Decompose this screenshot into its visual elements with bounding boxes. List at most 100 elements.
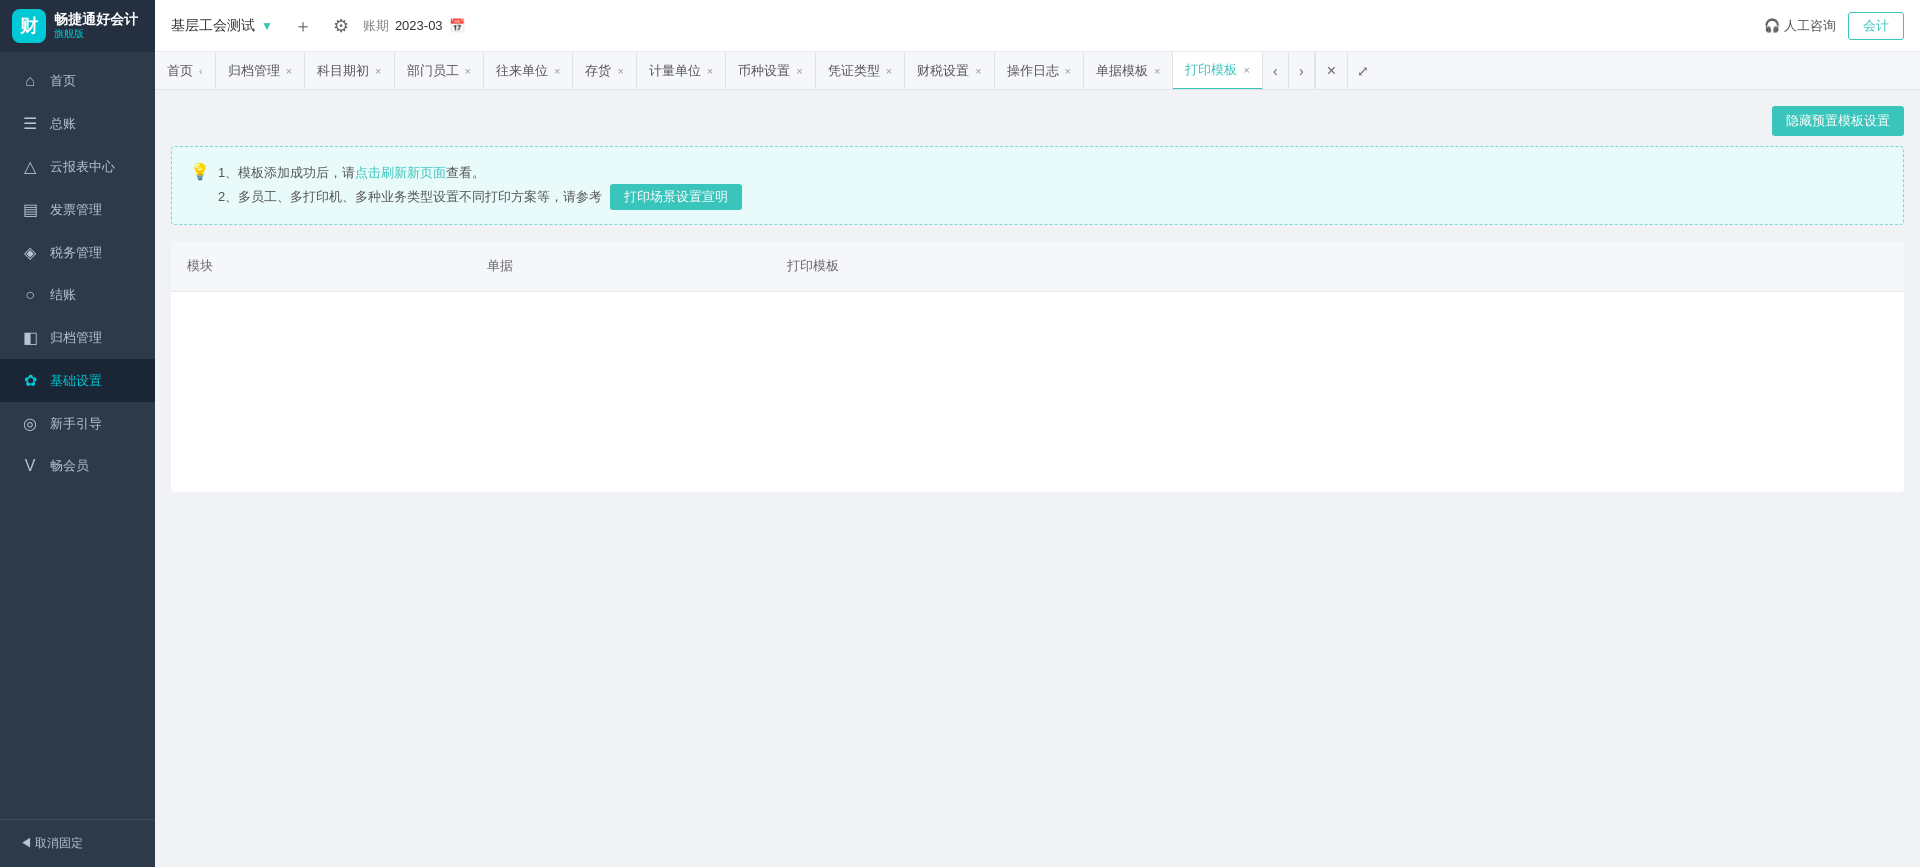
sidebar-item-label: 畅会员 bbox=[50, 457, 89, 475]
headset-icon: 🎧 bbox=[1764, 18, 1780, 33]
sidebar-item-basic[interactable]: ✿ 基础设置 bbox=[0, 359, 155, 402]
sidebar-item-guide[interactable]: ◎ 新手引导 bbox=[0, 402, 155, 445]
print-scene-button[interactable]: 打印场景设置宣明 bbox=[610, 184, 742, 210]
notice-line-2: 2、多员工、多打印机、多种业务类型设置不同打印方案等，请参考 打印场景设置宣明 bbox=[218, 184, 1885, 210]
account-button[interactable]: 会计 bbox=[1848, 12, 1904, 40]
company-selector[interactable]: 基层工会测试 ▼ bbox=[171, 17, 273, 35]
sidebar-item-label: 基础设置 bbox=[50, 372, 102, 390]
tab-close-icon[interactable]: × bbox=[707, 65, 713, 77]
tab-counterpart[interactable]: 往来单位 × bbox=[484, 52, 573, 90]
notice-line2-prefix: 2、多员工、多打印机、多种业务类型设置不同打印方案等，请参考 bbox=[218, 189, 602, 204]
add-tab-button[interactable]: ＋ bbox=[289, 12, 317, 40]
column-module: 模块 bbox=[171, 251, 471, 281]
sidebar-logo: 财 畅捷通好会计 旗舰版 bbox=[0, 0, 155, 52]
sidebar-item-reports[interactable]: △ 云报表中心 bbox=[0, 145, 155, 188]
sidebar-item-label: 首页 bbox=[50, 72, 76, 90]
tab-label: 往来单位 bbox=[496, 62, 548, 80]
sidebar-unpin-button[interactable]: ◀ 取消固定 bbox=[0, 819, 155, 867]
sidebar-item-ledger[interactable]: ☰ 总账 bbox=[0, 102, 155, 145]
tabs-expand-button[interactable]: ⤢ bbox=[1347, 52, 1379, 90]
tab-close-icon[interactable]: × bbox=[1154, 65, 1160, 77]
notice-line-1: 1、模板添加成功后，请点击刷新新页面查看。 bbox=[218, 161, 1885, 184]
period-label: 账期 bbox=[363, 17, 389, 35]
tab-voucher-type[interactable]: 凭证类型 × bbox=[816, 52, 905, 90]
tab-tax-setting[interactable]: 财税设置 × bbox=[905, 52, 994, 90]
sidebar-item-invoice[interactable]: ▤ 发票管理 bbox=[0, 188, 155, 231]
tab-currency[interactable]: 币种设置 × bbox=[726, 52, 815, 90]
tax-icon: ◈ bbox=[20, 243, 40, 262]
sidebar-nav: ⌂ 首页 ☰ 总账 △ 云报表中心 ▤ 发票管理 ◈ 税务管理 ○ 结账 ◧ 归… bbox=[0, 52, 155, 819]
tab-chevron-icon: ‹ bbox=[199, 65, 203, 77]
company-dropdown-icon: ▼ bbox=[261, 19, 273, 33]
account-label: 会计 bbox=[1863, 18, 1889, 33]
notice-box: 💡 1、模板添加成功后，请点击刷新新页面查看。 2、多员工、多打印机、多种业务类… bbox=[171, 146, 1904, 225]
hide-template-button[interactable]: 隐藏预置模板设置 bbox=[1772, 106, 1904, 136]
tab-close-icon[interactable]: × bbox=[375, 65, 381, 77]
tab-close-icon[interactable]: × bbox=[975, 65, 981, 77]
settle-icon: ○ bbox=[20, 286, 40, 304]
notice-line1-suffix: 查看。 bbox=[446, 165, 485, 180]
table-body bbox=[171, 292, 1904, 492]
sidebar-item-label: 发票管理 bbox=[50, 201, 102, 219]
main-area: 基层工会测试 ▼ ＋ ⚙ 账期 2023-03 📅 🎧 人工咨询 会计 首页 ‹ bbox=[155, 0, 1920, 867]
app-title: 畅捷通好会计 bbox=[54, 11, 138, 28]
tab-unit[interactable]: 计量单位 × bbox=[637, 52, 726, 90]
tabs-next-button[interactable]: › bbox=[1289, 52, 1315, 90]
sidebar-item-tax[interactable]: ◈ 税务管理 bbox=[0, 231, 155, 274]
tab-single-form[interactable]: 单据模板 × bbox=[1084, 52, 1173, 90]
sidebar-item-archive[interactable]: ◧ 归档管理 bbox=[0, 316, 155, 359]
tab-subjects[interactable]: 科目期初 × bbox=[305, 52, 394, 90]
reports-icon: △ bbox=[20, 157, 40, 176]
period-value: 2023-03 bbox=[395, 18, 443, 33]
tab-label: 部门员工 bbox=[407, 62, 459, 80]
tab-print-tpl[interactable]: 打印模板 × bbox=[1173, 52, 1262, 90]
tab-close-icon[interactable]: × bbox=[796, 65, 802, 77]
home-icon: ⌂ bbox=[20, 72, 40, 90]
sidebar-item-label: 新手引导 bbox=[50, 415, 102, 433]
tabs-bar: 首页 ‹ 归档管理 × 科目期初 × 部门员工 × 往来单位 × 存货 × 计量… bbox=[155, 52, 1920, 90]
sidebar-item-label: 税务管理 bbox=[50, 244, 102, 262]
app-logo-icon: 财 bbox=[12, 9, 46, 43]
notice-text: 1、模板添加成功后，请点击刷新新页面查看。 2、多员工、多打印机、多种业务类型设… bbox=[218, 161, 1885, 210]
sidebar-item-settle[interactable]: ○ 结账 bbox=[0, 274, 155, 316]
tab-inventory[interactable]: 存货 × bbox=[573, 52, 636, 90]
tab-label: 财税设置 bbox=[917, 62, 969, 80]
logo-text: 畅捷通好会计 旗舰版 bbox=[54, 11, 138, 42]
column-doc: 单据 bbox=[471, 251, 771, 281]
tab-label: 币种设置 bbox=[738, 62, 790, 80]
service-button[interactable]: 🎧 人工咨询 bbox=[1764, 17, 1836, 35]
sidebar: 财 畅捷通好会计 旗舰版 ⌂ 首页 ☰ 总账 △ 云报表中心 ▤ 发票管理 ◈ … bbox=[0, 0, 155, 867]
guide-icon: ◎ bbox=[20, 414, 40, 433]
archive-icon: ◧ bbox=[20, 328, 40, 347]
tab-close-icon[interactable]: × bbox=[1065, 65, 1071, 77]
tab-close-icon[interactable]: × bbox=[1243, 64, 1249, 76]
tab-op-log[interactable]: 操作日志 × bbox=[995, 52, 1084, 90]
tab-close-icon[interactable]: × bbox=[465, 65, 471, 77]
tabs-prev-button[interactable]: ‹ bbox=[1263, 52, 1289, 90]
tabs-close-all-button[interactable]: × bbox=[1315, 52, 1347, 90]
period-info: 账期 2023-03 📅 bbox=[363, 17, 465, 35]
notice-row: 💡 1、模板添加成功后，请点击刷新新页面查看。 2、多员工、多打印机、多种业务类… bbox=[190, 161, 1885, 210]
tab-dept[interactable]: 部门员工 × bbox=[395, 52, 484, 90]
service-label: 人工咨询 bbox=[1784, 17, 1836, 35]
tab-label: 单据模板 bbox=[1096, 62, 1148, 80]
sidebar-item-member[interactable]: V 畅会员 bbox=[0, 445, 155, 487]
content-area: 隐藏预置模板设置 💡 1、模板添加成功后，请点击刷新新页面查看。 2、多员工、多… bbox=[155, 90, 1920, 867]
sidebar-item-label: 总账 bbox=[50, 115, 76, 133]
hide-template-btn-container: 隐藏预置模板设置 bbox=[171, 106, 1904, 136]
tab-close-icon[interactable]: × bbox=[617, 65, 623, 77]
top-bar: 基层工会测试 ▼ ＋ ⚙ 账期 2023-03 📅 🎧 人工咨询 会计 bbox=[155, 0, 1920, 52]
company-name: 基层工会测试 bbox=[171, 17, 255, 35]
tab-archive-mgmt[interactable]: 归档管理 × bbox=[216, 52, 305, 90]
notice-refresh-link[interactable]: 点击刷新新页面 bbox=[355, 165, 446, 180]
table-header: 模块 单据 打印模板 bbox=[171, 241, 1904, 292]
tab-home[interactable]: 首页 ‹ bbox=[155, 52, 216, 90]
ledger-icon: ☰ bbox=[20, 114, 40, 133]
sidebar-item-home[interactable]: ⌂ 首页 bbox=[0, 60, 155, 102]
tab-close-icon[interactable]: × bbox=[554, 65, 560, 77]
settings-button[interactable]: ⚙ bbox=[327, 12, 355, 40]
calendar-icon[interactable]: 📅 bbox=[449, 18, 465, 33]
tab-close-icon[interactable]: × bbox=[886, 65, 892, 77]
tab-close-icon[interactable]: × bbox=[286, 65, 292, 77]
tab-label: 存货 bbox=[585, 62, 611, 80]
